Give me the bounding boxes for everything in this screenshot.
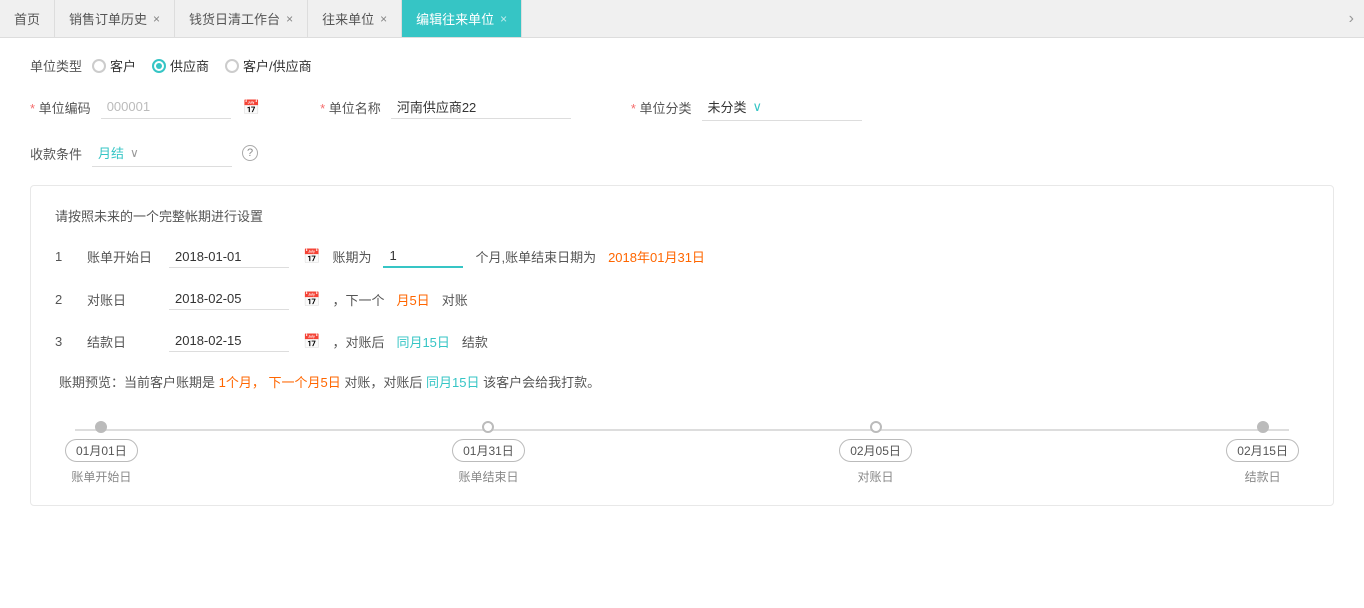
timeline-item-3: 02月15日 结款日	[1226, 421, 1299, 485]
payment-desc-after: 结款	[462, 332, 488, 351]
timeline-badge-1: 01月31日	[452, 439, 525, 462]
radio-both-label: 客户/供应商	[243, 56, 312, 75]
row-label-1: 账单开始日	[87, 247, 157, 266]
end-date-highlight: 2018年01月31日	[608, 247, 705, 266]
unit-type-label: 单位类型	[30, 56, 82, 75]
tab-arrow-right[interactable]: ›	[1339, 0, 1364, 37]
row-label-2: 对账日	[87, 290, 157, 309]
period-input[interactable]	[383, 245, 463, 268]
payment-highlight: 同月15日	[396, 332, 449, 351]
period-months: 个月,账单结束日期为	[475, 247, 596, 266]
timeline-badge-3: 02月15日	[1226, 439, 1299, 462]
tab-edit-partner[interactable]: 编辑往来单位 ×	[402, 0, 522, 37]
reconcile-desc-after: 对账	[442, 290, 468, 309]
preview-p3: 对账，对账后	[344, 375, 422, 390]
timeline-dot-0	[95, 421, 107, 433]
unit-code-label: 单位编码	[30, 98, 91, 117]
unit-code-input[interactable]	[101, 95, 231, 119]
tab-partner-label: 往来单位	[322, 9, 374, 28]
start-date-input[interactable]	[169, 246, 289, 268]
payment-date-input[interactable]	[169, 330, 289, 352]
preview-p2: 下一个月5日	[269, 375, 341, 390]
timeline-sub-2: 对账日	[858, 468, 894, 485]
settings-title: 请按照未来的一个完整帐期进行设置	[55, 206, 1309, 225]
row-num-3: 3	[55, 334, 75, 349]
calendar-icon-reconcile[interactable]: 📅	[303, 291, 320, 308]
payment-condition-row: 收款条件 月结 ∨ ?	[30, 139, 1334, 167]
tabs-bar: 首页 销售订单历史 × 钱货日清工作台 × 往来单位 × 编辑往来单位 × ›	[0, 0, 1364, 38]
help-icon[interactable]: ?	[242, 145, 258, 161]
radio-supplier[interactable]: 供应商	[152, 56, 209, 75]
timeline-item-2: 02月05日 对账日	[839, 421, 912, 485]
reconcile-highlight: 月5日	[396, 290, 429, 309]
tab-home-label: 首页	[14, 9, 40, 28]
setting-row-3: 3 结款日 📅 ，对账后 同月15日 结款	[55, 330, 1309, 352]
main-content: 单位类型 客户 供应商 客户/供应商 单位编码 📅 单位名称 单位分类	[0, 38, 1364, 608]
preview-p1: 1个月，	[219, 375, 265, 390]
calendar-icon-start[interactable]: 📅	[303, 248, 320, 265]
setting-row-1: 1 账单开始日 📅 账期为 个月,账单结束日期为 2018年01月31日	[55, 245, 1309, 268]
payment-desc-pre: ，对账后	[332, 332, 384, 351]
radio-customer-label: 客户	[110, 56, 136, 75]
preview-p4: 同月15日	[426, 375, 479, 390]
payment-condition-select[interactable]: 月结 ∨	[92, 139, 232, 167]
period-prefix: 账期为	[332, 247, 371, 266]
reconcile-desc-pre: ，下一个	[332, 290, 384, 309]
calendar-icon-payment[interactable]: 📅	[303, 333, 320, 350]
tab-partner-close[interactable]: ×	[380, 12, 387, 26]
row-num-1: 1	[55, 249, 75, 264]
payment-condition-value: 月结	[98, 143, 124, 162]
timeline-sub-0: 账单开始日	[71, 468, 131, 485]
unit-name-input[interactable]	[391, 95, 571, 119]
calendar-icon-code[interactable]: 📅	[243, 99, 260, 116]
timeline-badge-2: 02月05日	[839, 439, 912, 462]
unit-category-value: 未分类	[708, 97, 747, 116]
tab-edit-partner-label: 编辑往来单位	[416, 9, 494, 28]
category-dropdown-icon: ∨	[753, 99, 763, 115]
radio-supplier-label: 供应商	[170, 56, 209, 75]
settings-box: 请按照未来的一个完整帐期进行设置 1 账单开始日 📅 账期为 个月,账单结束日期…	[30, 185, 1334, 506]
unit-info-row: 单位编码 📅 单位名称 单位分类 未分类 ∨	[30, 93, 1334, 121]
preview-p5: 该客户会给我打款。	[483, 375, 600, 390]
radio-customer[interactable]: 客户	[92, 56, 136, 75]
radio-both[interactable]: 客户/供应商	[225, 56, 312, 75]
radio-customer-circle	[92, 59, 106, 73]
preview-label: 账期预览：当前客户账期是	[59, 375, 215, 390]
unit-name-label: 单位名称	[320, 98, 381, 117]
setting-row-2: 2 对账日 📅 ，下一个 月5日 对账	[55, 288, 1309, 310]
timeline-dot-2	[870, 421, 882, 433]
tab-cash-work-close[interactable]: ×	[286, 12, 293, 26]
tab-home[interactable]: 首页	[0, 0, 55, 37]
timeline-item-1: 01月31日 账单结束日	[452, 421, 525, 485]
row-label-3: 结款日	[87, 332, 157, 351]
unit-type-row: 单位类型 客户 供应商 客户/供应商	[30, 56, 1334, 75]
timeline-dot-3	[1257, 421, 1269, 433]
unit-category-select[interactable]: 未分类 ∨	[702, 93, 862, 121]
timeline-badge-0: 01月01日	[65, 439, 138, 462]
payment-condition-arrow: ∨	[130, 146, 139, 160]
radio-both-circle	[225, 59, 239, 73]
radio-supplier-circle	[152, 59, 166, 73]
unit-category-label: 单位分类	[631, 98, 692, 117]
reconcile-date-input[interactable]	[169, 288, 289, 310]
timeline: 01月01日 账单开始日 01月31日 账单结束日 02月05日 对账日 02月…	[55, 411, 1309, 485]
tab-sales-history-label: 销售订单历史	[69, 9, 147, 28]
preview-text: 账期预览：当前客户账期是 1个月， 下一个月5日 对账，对账后 同月15日 该客…	[55, 372, 1309, 391]
tab-sales-history-close[interactable]: ×	[153, 12, 160, 26]
tab-sales-history[interactable]: 销售订单历史 ×	[55, 0, 175, 37]
timeline-items: 01月01日 账单开始日 01月31日 账单结束日 02月05日 对账日 02月…	[65, 421, 1299, 485]
timeline-sub-3: 结款日	[1245, 468, 1281, 485]
tab-partner[interactable]: 往来单位 ×	[308, 0, 402, 37]
tab-edit-partner-close[interactable]: ×	[500, 12, 507, 26]
tab-cash-work[interactable]: 钱货日清工作台 ×	[175, 0, 308, 37]
timeline-item-0: 01月01日 账单开始日	[65, 421, 138, 485]
payment-condition-label: 收款条件	[30, 144, 82, 163]
row-num-2: 2	[55, 292, 75, 307]
tab-cash-work-label: 钱货日清工作台	[189, 9, 280, 28]
unit-type-radio-group: 客户 供应商 客户/供应商	[92, 56, 312, 75]
timeline-dot-1	[482, 421, 494, 433]
timeline-sub-1: 账单结束日	[458, 468, 518, 485]
